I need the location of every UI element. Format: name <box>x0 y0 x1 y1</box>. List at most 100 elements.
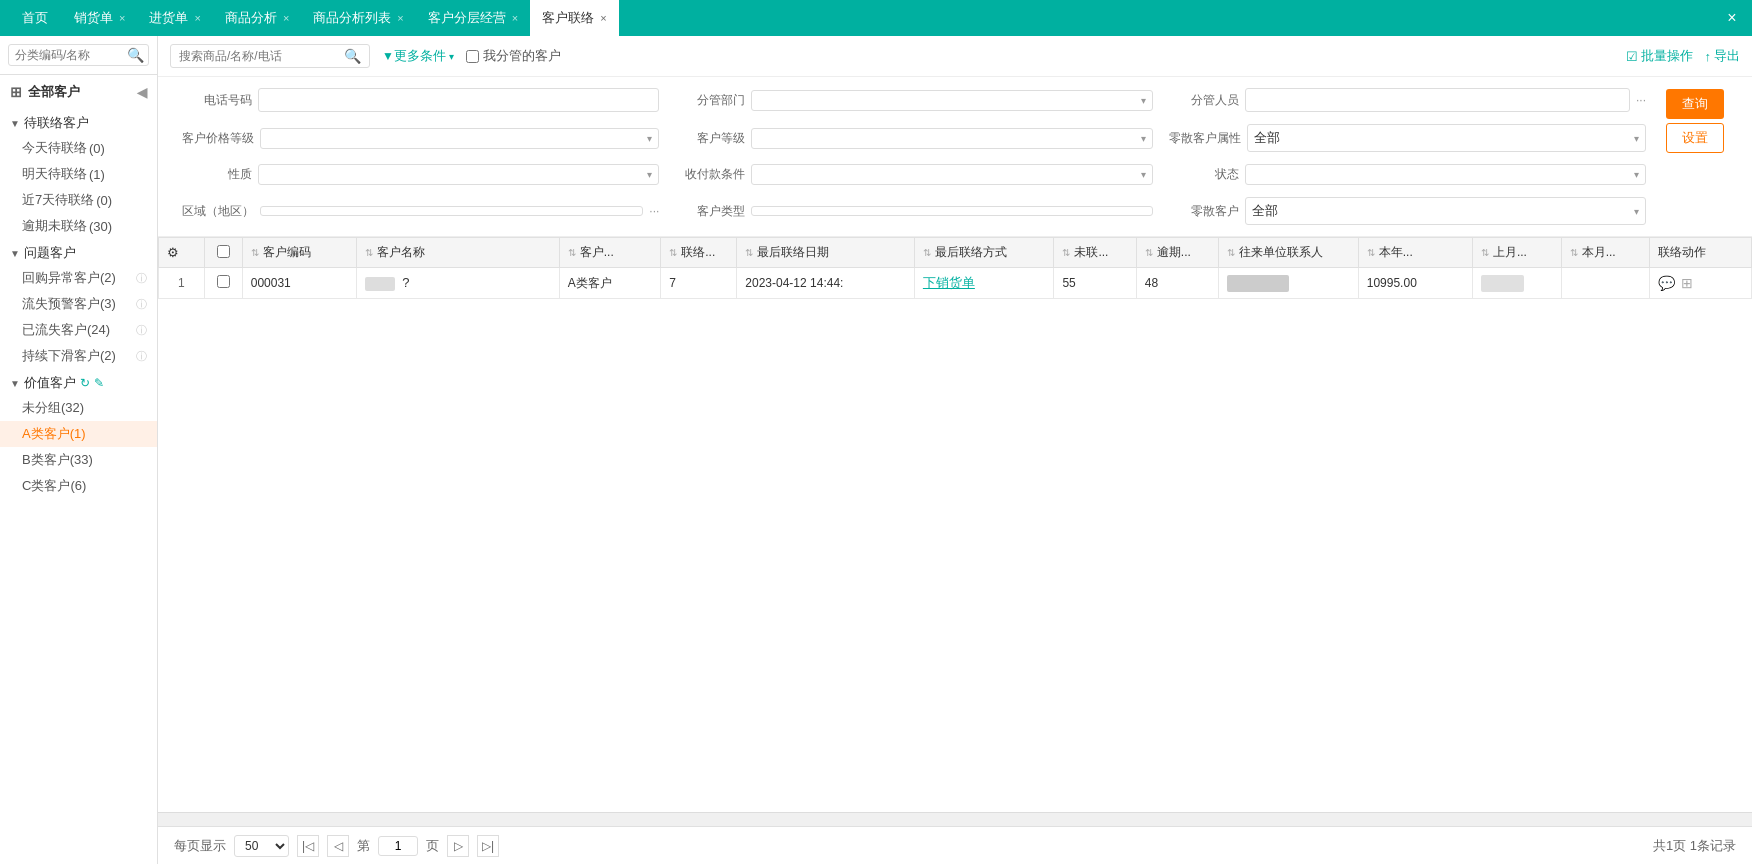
filter-row-3: 性质 ▾ 收付款条件 ▾ <box>174 161 1654 188</box>
group-value-label: 价值客户 <box>24 374 76 392</box>
horizontal-scrollbar[interactable] <box>158 812 1752 826</box>
cust-type-select[interactable] <box>751 206 1152 216</box>
search-box: 🔍 <box>170 44 370 68</box>
col-this-month[interactable]: ⇅本月... <box>1561 238 1650 268</box>
export-button[interactable]: ↑ 导出 <box>1705 47 1741 65</box>
person-input[interactable] <box>1245 88 1630 112</box>
close-all-tabs-button[interactable]: × <box>1720 6 1744 30</box>
prev-page-button[interactable]: ◁ <box>327 835 349 857</box>
sidebar-item-tomorrow[interactable]: 明天待联络(1) <box>0 161 157 187</box>
info-icon: ⓘ <box>136 323 147 338</box>
region-dots-button[interactable]: ··· <box>649 204 659 218</box>
contact-method-link[interactable]: 下销货单 <box>923 275 975 290</box>
sidebar-item-declining[interactable]: 持续下滑客户(2) ⓘ <box>0 343 157 369</box>
col-contact-person[interactable]: ⇅往来单位联系人 <box>1219 238 1359 268</box>
region-label: 区域（地区） <box>182 203 254 220</box>
dept-select[interactable]: ▾ <box>751 90 1152 111</box>
col-overdue[interactable]: ⇅逾期... <box>1136 238 1218 268</box>
page-number-input[interactable] <box>378 836 418 856</box>
content-area: 🔍 ▼ 更多条件 ▾ 我分管的客户 ☑ 批量操作 ↑ 导出 <box>158 36 1752 864</box>
sidebar-collapse-button[interactable]: ◀ <box>137 85 147 100</box>
filter-row-1: 电话号码 分管部门 ▾ 分管人员 <box>174 85 1654 115</box>
customer-code: 000031 <box>242 268 356 299</box>
sidebar-item-class-a[interactable]: A类客户(1) <box>0 421 157 447</box>
col-uncontacted[interactable]: ⇅未联... <box>1054 238 1136 268</box>
sidebar-item-unclassified[interactable]: 未分组(32) <box>0 395 157 421</box>
query-button[interactable]: 查询 <box>1666 89 1724 119</box>
refresh-icon[interactable]: ↻ <box>80 376 90 390</box>
first-page-button[interactable]: |◁ <box>297 835 319 857</box>
grid-action-icon[interactable]: ⊞ <box>1681 275 1693 291</box>
nav-tab-4[interactable]: 客户分层经营 × <box>416 0 530 36</box>
close-icon[interactable]: × <box>119 12 125 24</box>
sidebar-item-7days[interactable]: 近7天待联络(0) <box>0 187 157 213</box>
nav-tab-1[interactable]: 进货单 × <box>137 0 212 36</box>
nature-select[interactable]: ▾ <box>258 164 659 185</box>
edit-value-icon[interactable]: ✎ <box>94 376 104 390</box>
cust-grade-label: 客户等级 <box>675 130 745 147</box>
nav-tab-3[interactable]: 商品分析列表 × <box>301 0 415 36</box>
close-icon[interactable]: × <box>397 12 403 24</box>
nav-tab-5[interactable]: 客户联络 × <box>530 0 618 36</box>
sidebar-item-class-b[interactable]: B类客户(33) <box>0 447 157 473</box>
my-customers-check[interactable] <box>466 50 479 63</box>
main-search-input[interactable] <box>179 49 340 63</box>
col-last-method[interactable]: ⇅最后联络方式 <box>914 238 1054 268</box>
main-layout: 🔍 ⊞ 全部客户 ◀ ▼ 待联络客户 今天待联络(0) 明天待联络(1) 近7天… <box>0 36 1752 864</box>
settings-button[interactable]: 设置 <box>1666 123 1724 153</box>
phone-input[interactable] <box>258 88 659 112</box>
sidebar-item-today[interactable]: 今天待联络(0) <box>0 135 157 161</box>
payment-select[interactable]: ▾ <box>751 164 1152 185</box>
col-checkbox <box>204 238 242 268</box>
my-customers-checkbox[interactable]: 我分管的客户 <box>466 47 561 65</box>
page-size-select[interactable]: 50 100 200 <box>234 835 289 857</box>
last-month-amount <box>1472 268 1561 299</box>
sidebar-group-pending[interactable]: ▼ 待联络客户 <box>0 109 157 135</box>
col-code[interactable]: ⇅客户编码 <box>242 238 356 268</box>
chat-icon[interactable]: 💬 <box>1658 275 1675 291</box>
sidebar-item-churned[interactable]: 已流失客户(24) ⓘ <box>0 317 157 343</box>
sidebar-item-churn-warn[interactable]: 流失预警客户(3) ⓘ <box>0 291 157 317</box>
sort-icon: ⇅ <box>745 247 753 258</box>
col-type[interactable]: ⇅客户... <box>559 238 660 268</box>
grid-icon: ⊞ <box>10 84 22 100</box>
last-contact-date: 2023-04-12 14:44: <box>737 268 915 299</box>
col-last-month[interactable]: ⇅上月... <box>1472 238 1561 268</box>
sidebar-item-abnormal[interactable]: 回购异常客户(2) ⓘ <box>0 265 157 291</box>
row-checkbox[interactable] <box>217 275 230 288</box>
dots-button[interactable]: ··· <box>1636 93 1646 107</box>
nav-tab-0[interactable]: 销货单 × <box>62 0 137 36</box>
close-icon[interactable]: × <box>600 12 606 24</box>
price-grade-select[interactable]: ▾ <box>260 128 659 149</box>
close-icon[interactable]: × <box>283 12 289 24</box>
col-settings[interactable]: ⚙ <box>159 238 205 268</box>
nav-tab-2[interactable]: 商品分析 × <box>213 0 301 36</box>
nav-home[interactable]: 首页 <box>8 0 62 36</box>
region-select[interactable] <box>260 206 643 216</box>
export-icon: ↑ <box>1705 49 1712 64</box>
sparse-attr-select[interactable]: 全部 ▾ <box>1247 124 1646 152</box>
status-select[interactable]: ▾ <box>1245 164 1646 185</box>
sparse-cust-select[interactable]: 全部 ▾ <box>1245 197 1646 225</box>
sidebar-item-overdue[interactable]: 逾期未联络(30) <box>0 213 157 239</box>
sidebar-group-value[interactable]: ▼ 价值客户 ↻ ✎ <box>0 369 157 395</box>
col-this-year[interactable]: ⇅本年... <box>1358 238 1472 268</box>
customer-type: A类客户 <box>559 268 660 299</box>
cust-grade-select[interactable]: ▾ <box>751 128 1152 149</box>
filter-cell-price-grade: 客户价格等级 ▾ <box>174 125 667 152</box>
chevron-down-icon: ▾ <box>1141 169 1146 180</box>
filter-cell-cust-grade: 客户等级 ▾ <box>667 125 1160 152</box>
close-icon[interactable]: × <box>512 12 518 24</box>
col-last-date[interactable]: ⇅最后联络日期 <box>737 238 915 268</box>
col-contacts[interactable]: ⇅联络... <box>661 238 737 268</box>
batch-op-button[interactable]: ☑ 批量操作 <box>1626 47 1693 65</box>
sidebar-group-problem[interactable]: ▼ 问题客户 <box>0 239 157 265</box>
col-name[interactable]: ⇅客户名称 <box>356 238 559 268</box>
next-page-button[interactable]: ▷ <box>447 835 469 857</box>
select-all-checkbox[interactable] <box>217 245 230 258</box>
sidebar-item-class-c[interactable]: C类客户(6) <box>0 473 157 499</box>
close-icon[interactable]: × <box>194 12 200 24</box>
chevron-icon: ▾ <box>449 51 454 62</box>
more-conditions-button[interactable]: ▼ 更多条件 ▾ <box>382 47 454 65</box>
last-page-button[interactable]: ▷| <box>477 835 499 857</box>
